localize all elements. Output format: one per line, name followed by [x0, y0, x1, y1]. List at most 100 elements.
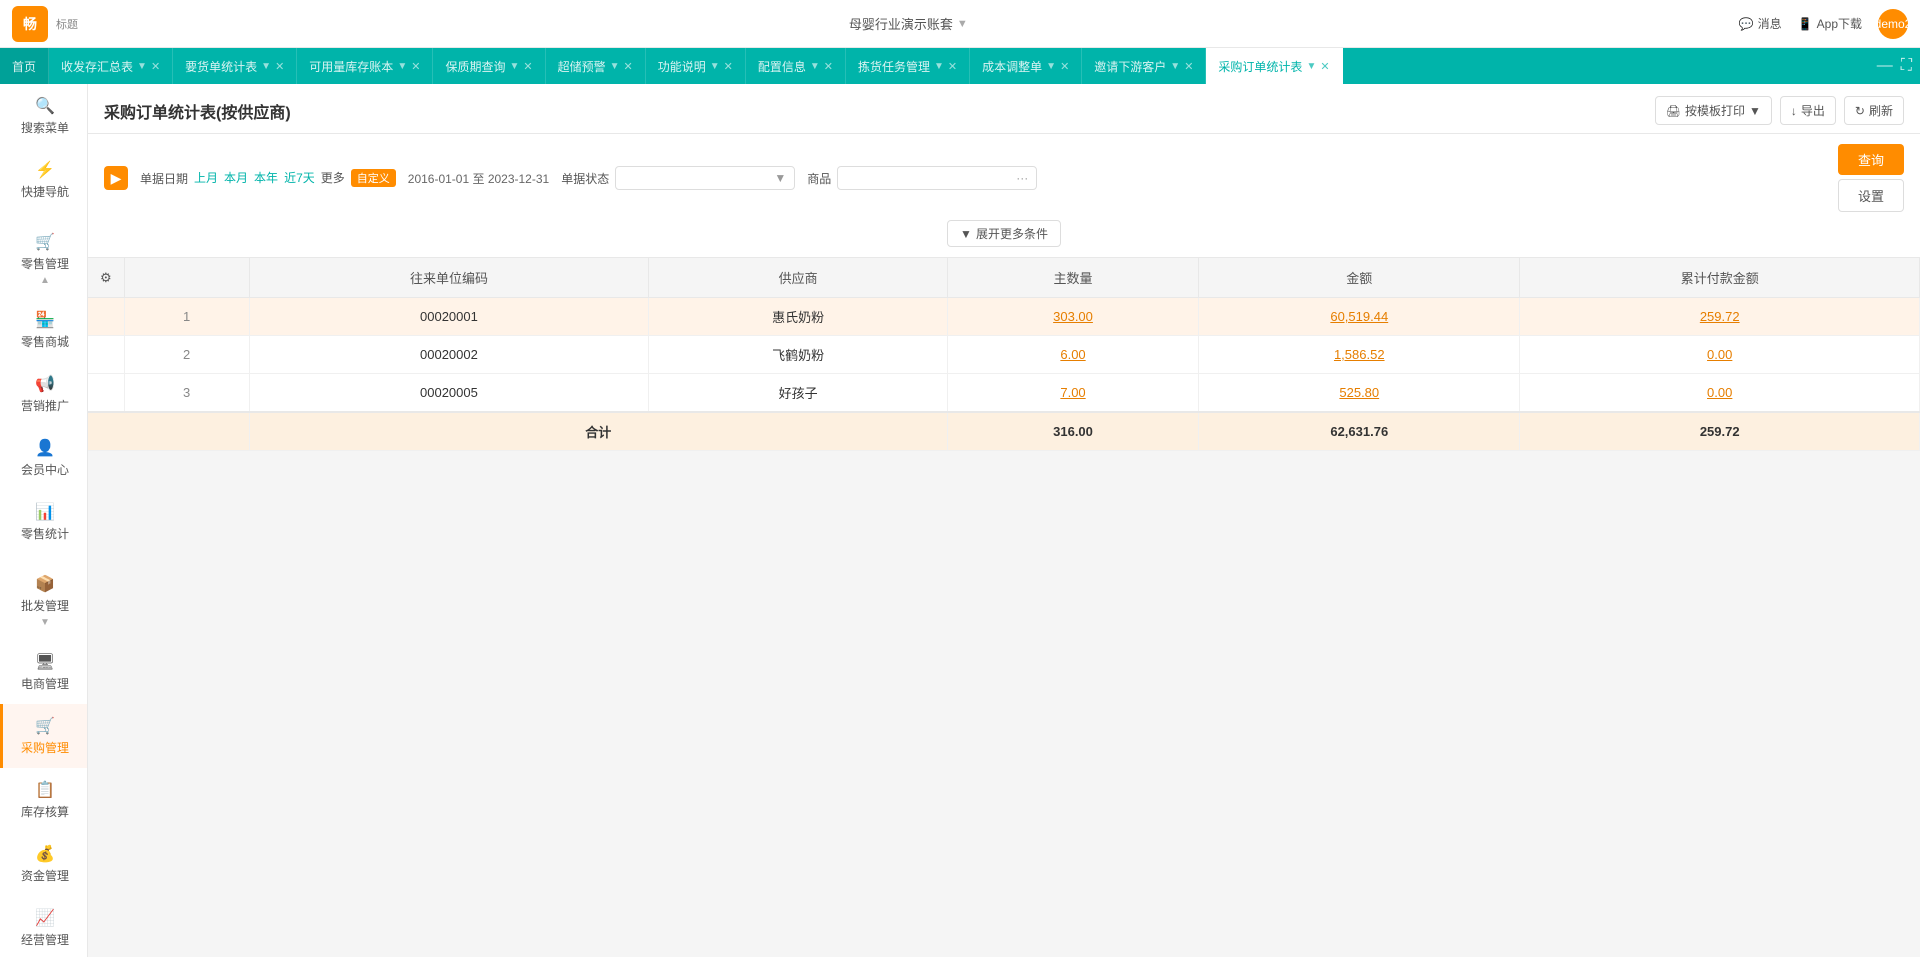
- tab-overstock[interactable]: 超储预警 ▼ ✕: [546, 48, 646, 84]
- last-7days-btn[interactable]: 近7天: [284, 169, 315, 187]
- expand-filter-button[interactable]: ▼ 展开更多条件: [947, 220, 1061, 247]
- stats-icon: 📊: [35, 502, 55, 522]
- row-paid-amount[interactable]: 259.72: [1520, 298, 1920, 336]
- refresh-button[interactable]: ↻ 刷新: [1844, 96, 1904, 125]
- sidebar-item-search[interactable]: 🔍 搜索菜单: [0, 84, 87, 148]
- sidebar-item-member[interactable]: 👤 会员中心: [0, 426, 87, 490]
- more-dates-btn[interactable]: 更多: [321, 169, 345, 187]
- tab-function-desc[interactable]: 功能说明 ▼ ✕: [646, 48, 746, 84]
- row-main-qty[interactable]: 7.00: [947, 374, 1198, 413]
- sidebar-item-retail-store[interactable]: 🏪 零售商城: [0, 298, 87, 362]
- tab-dropdown-icon: ▼: [1170, 61, 1180, 72]
- tab-close-icon[interactable]: ✕: [411, 60, 420, 73]
- row-supplier-name: 飞鹤奶粉: [649, 336, 948, 374]
- sidebar-item-retail-stats[interactable]: 📊 零售统计: [0, 490, 87, 554]
- sidebar-item-retail[interactable]: 🛒 零售管理 ▲: [0, 220, 87, 298]
- window-minimize-button[interactable]: —: [1877, 57, 1893, 75]
- main-layout: 🔍 搜索菜单 ⚡ 快捷导航 🛒 零售管理 ▲ 🏪 零售商城 📢 营销推广 👤 会…: [0, 84, 1920, 957]
- tab-close-icon[interactable]: ✕: [151, 60, 160, 73]
- date-shortcuts: 上月 本月 本年 近7天 更多 自定义: [194, 169, 396, 187]
- tab-purchase-summary[interactable]: 采购订单统计表 ▼ ✕: [1206, 48, 1342, 84]
- row-paid-amount[interactable]: 0.00: [1520, 336, 1920, 374]
- table-row: 2 00020002 飞鹤奶粉 6.00 1,586.52 0.00: [88, 336, 1920, 374]
- tab-close-icon[interactable]: ✕: [275, 60, 284, 73]
- row-main-qty[interactable]: 303.00: [947, 298, 1198, 336]
- filter-toggle-button[interactable]: ▶: [104, 166, 128, 190]
- tab-dropdown-icon: ▼: [610, 61, 620, 72]
- export-button[interactable]: ↓ 导出: [1780, 96, 1836, 125]
- content-area: 采购订单统计表(按供应商) 🖨 按模板打印 ▼ ↓ 导出 ↻ 刷新: [88, 84, 1920, 957]
- this-month-btn[interactable]: 本月: [224, 169, 248, 187]
- date-label: 单据日期: [140, 170, 188, 187]
- member-icon: 👤: [35, 438, 55, 458]
- row-number: 3: [124, 374, 249, 413]
- tab-receive-summary[interactable]: 收发存汇总表 ▼ ✕: [49, 48, 173, 84]
- tab-close-icon[interactable]: ✕: [1184, 60, 1193, 73]
- custom-date-badge[interactable]: 自定义: [351, 169, 396, 187]
- tab-close-icon[interactable]: ✕: [624, 60, 633, 73]
- window-maximize-button[interactable]: ⛶: [1901, 57, 1912, 75]
- query-button[interactable]: 查询: [1838, 144, 1904, 175]
- sidebar-item-wholesale[interactable]: 📦 批发管理 ▼: [0, 562, 87, 640]
- logo-area: 畅 标题: [12, 6, 78, 42]
- avatar[interactable]: demo2: [1878, 9, 1908, 39]
- row-supplier-code: 00020001: [249, 298, 649, 336]
- row-settings: [88, 298, 124, 336]
- tab-warranty[interactable]: 保质期查询 ▼ ✕: [433, 48, 545, 84]
- tab-pick-task[interactable]: 拣货任务管理 ▼ ✕: [846, 48, 970, 84]
- row-amount[interactable]: 60,519.44: [1199, 298, 1520, 336]
- retail-icon: 🛒: [35, 232, 55, 252]
- inventory-icon: 📋: [35, 780, 55, 800]
- sidebar-item-marketing[interactable]: 📢 营销推广: [0, 362, 87, 426]
- app-icon: 📱: [1798, 17, 1813, 31]
- this-year-btn[interactable]: 本年: [254, 169, 278, 187]
- tab-home[interactable]: 首页: [0, 48, 49, 84]
- workspace-selector[interactable]: 母婴行业演示账套 ▼: [849, 14, 968, 33]
- tab-close-icon[interactable]: ✕: [948, 60, 957, 73]
- row-main-qty[interactable]: 6.00: [947, 336, 1198, 374]
- tab-close-icon[interactable]: ✕: [1320, 60, 1329, 73]
- purchase-icon: 🛒: [35, 716, 55, 736]
- status-dropdown-icon: ▼: [774, 171, 786, 185]
- last-month-btn[interactable]: 上月: [194, 169, 218, 187]
- settings-button[interactable]: 设置: [1838, 179, 1904, 212]
- col-settings[interactable]: ⚙: [88, 258, 124, 298]
- message-button[interactable]: 💬 消息: [1739, 15, 1782, 32]
- table-wrapper: ⚙ 往来单位编码 供应商 主数量 金额 累计付款金额 1 00020001 惠氏…: [88, 258, 1920, 957]
- sidebar-item-inventory[interactable]: 📋 库存核算: [0, 768, 87, 832]
- message-icon: 💬: [1739, 17, 1754, 31]
- sidebar-item-shortcut[interactable]: ⚡ 快捷导航: [0, 148, 87, 212]
- tab-available-stock[interactable]: 可用量库存账本 ▼ ✕: [297, 48, 433, 84]
- row-amount[interactable]: 1,586.52: [1199, 336, 1520, 374]
- sidebar-item-ecommerce[interactable]: 🖥 电商管理: [0, 640, 87, 704]
- tab-cost-adjust[interactable]: 成本调整单 ▼ ✕: [970, 48, 1082, 84]
- row-paid-amount[interactable]: 0.00: [1520, 374, 1920, 413]
- tab-goods-summary[interactable]: 要货单统计表 ▼ ✕: [173, 48, 297, 84]
- tab-close-icon[interactable]: ✕: [523, 60, 532, 73]
- workspace-name[interactable]: 母婴行业演示账套 ▼: [849, 14, 968, 33]
- row-amount[interactable]: 525.80: [1199, 374, 1520, 413]
- printer-icon: 🖨: [1666, 104, 1681, 118]
- footer-amount: 62,631.76: [1199, 412, 1520, 451]
- tab-dropdown-icon: ▼: [810, 61, 820, 72]
- col-main-qty: 主数量: [947, 258, 1198, 298]
- sidebar-item-operations[interactable]: 📈 经营管理: [0, 896, 87, 957]
- app-download-button[interactable]: 📱 App下载: [1798, 15, 1862, 32]
- tab-close-icon[interactable]: ✕: [1060, 60, 1069, 73]
- goods-input[interactable]: ···: [837, 166, 1037, 190]
- sidebar-item-finance[interactable]: 💰 资金管理: [0, 832, 87, 896]
- row-number: 1: [124, 298, 249, 336]
- table-row: 1 00020001 惠氏奶粉 303.00 60,519.44 259.72: [88, 298, 1920, 336]
- status-select[interactable]: ▼: [615, 166, 795, 190]
- tab-close-icon[interactable]: ✕: [824, 60, 833, 73]
- tab-invite-customer[interactable]: 邀请下游客户 ▼ ✕: [1082, 48, 1206, 84]
- search-icon: 🔍: [35, 96, 55, 116]
- tab-dropdown-icon: ▼: [261, 61, 271, 72]
- tab-close-icon[interactable]: ✕: [724, 60, 733, 73]
- print-button[interactable]: 🖨 按模板打印 ▼: [1655, 96, 1772, 125]
- sidebar-item-purchase[interactable]: 🛒 采购管理: [0, 704, 87, 768]
- marketing-icon: 📢: [35, 374, 55, 394]
- goods-filter: 商品 ···: [807, 166, 1037, 190]
- tab-config-info[interactable]: 配置信息 ▼ ✕: [746, 48, 846, 84]
- col-supplier-code: 往来单位编码: [249, 258, 649, 298]
